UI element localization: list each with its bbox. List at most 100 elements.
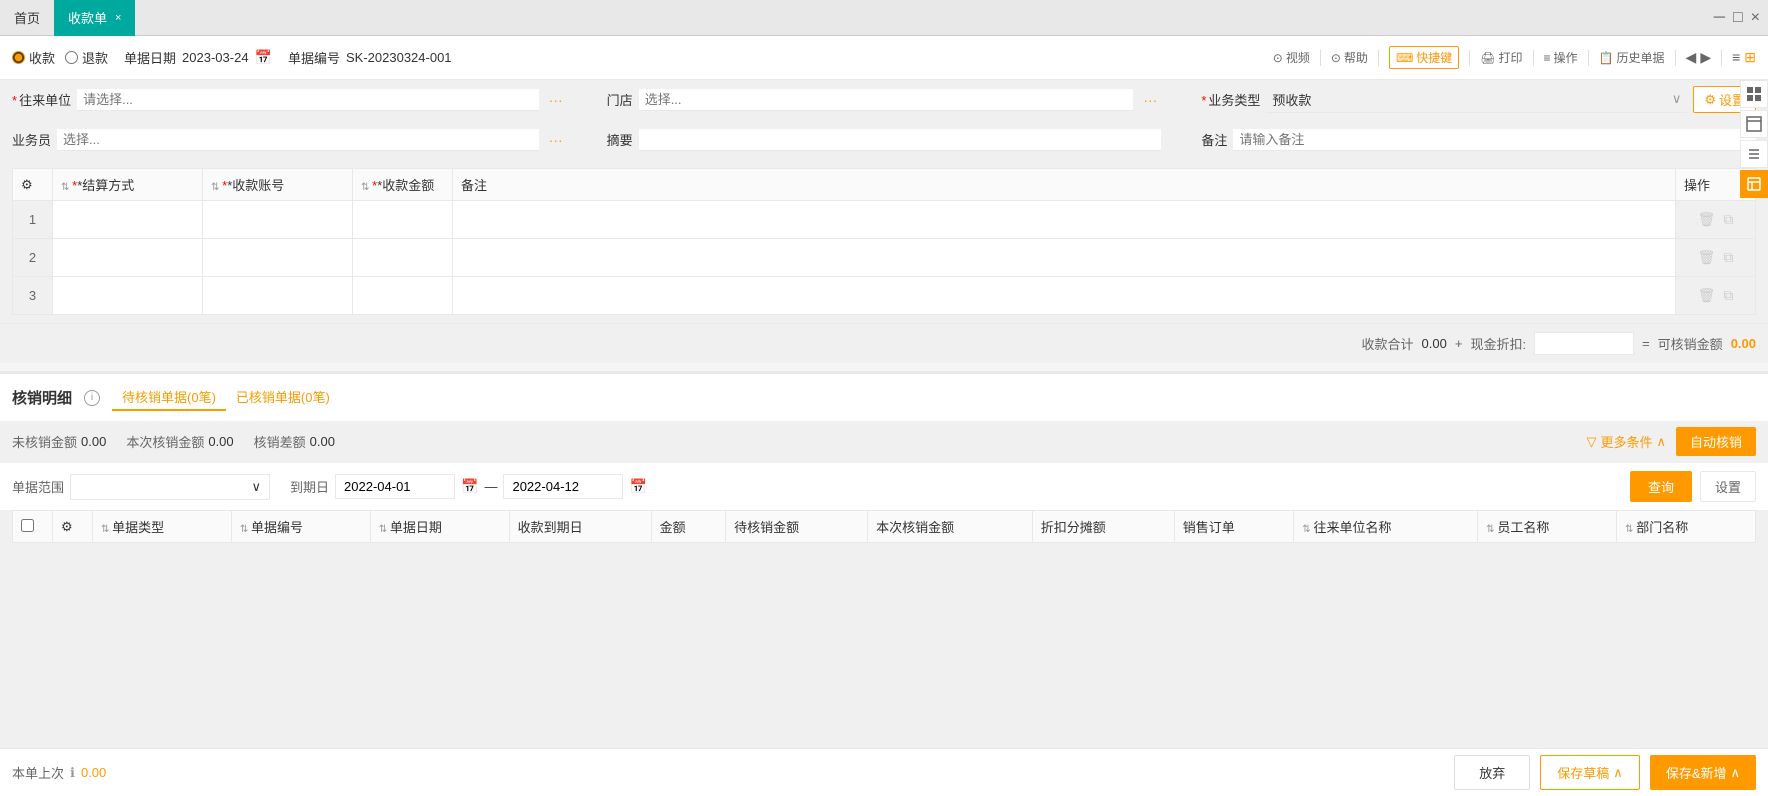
col-counterpart-name-th: ⇅ 往来单位名称 [1294,511,1478,543]
calendar-icon[interactable]: 📅 [255,49,272,66]
grid-view-icon[interactable]: ⊞ [1744,49,1756,66]
row-1-copy-icon[interactable]: ⧉ [1723,211,1733,228]
radio-receive[interactable]: 收款 [12,48,55,67]
table2-settings-icon[interactable]: ⚙ [61,519,73,534]
counterpart-field: 往来单位 ··· [12,89,567,111]
eq-sign: = [1642,336,1650,351]
row-2-delete-icon[interactable]: 🗑 [1698,249,1716,266]
radio-refund[interactable]: 退款 [65,48,108,67]
query-btn[interactable]: 查询 [1630,471,1692,502]
shop-more-btn[interactable]: ··· [1139,92,1161,108]
doc-date-value: 2023-03-24 [182,50,249,65]
discount-input[interactable] [1534,332,1634,355]
abandon-btn[interactable]: 放弃 [1454,755,1530,790]
business-type-select[interactable]: 预收款 ∨ [1266,87,1687,113]
auto-offset-btn[interactable]: 自动核销 [1676,427,1756,456]
select-all-checkbox[interactable] [21,519,34,532]
filter-settings-btn[interactable]: 设置 [1700,471,1756,502]
note-input[interactable] [1233,129,1756,151]
counterpart-input[interactable] [77,89,539,111]
row-3-remark [453,277,1676,315]
history-btn[interactable]: 📋 历史单据 [1599,49,1665,66]
receipt-type-group: 收款 退款 [12,48,108,67]
save-draft-btn[interactable]: 保存草稿 ∧ [1540,755,1640,790]
row-1-delete-icon[interactable]: 🗑 [1698,211,1716,228]
row-1-num: 1 [13,201,53,239]
nav-right-icon[interactable]: ▶ [1700,49,1711,66]
right-panel-icon-4[interactable] [1740,170,1768,198]
date-to-icon[interactable]: 📅 [629,478,646,495]
row-3-settle-input[interactable] [53,277,202,314]
video-btn[interactable]: ⊙ 视频 [1273,49,1310,66]
current-verify-stat: 本次核销金额 0.00 [126,432,233,451]
print-btn[interactable]: 🖨 打印 [1480,49,1522,66]
row-3-account-input[interactable] [203,277,352,314]
help-btn[interactable]: ⊙ 帮助 [1331,49,1368,66]
counterpart-more-btn[interactable]: ··· [545,92,567,108]
nav-left-icon[interactable]: ◀ [1686,49,1697,66]
row-2-copy-icon[interactable]: ⧉ [1723,249,1733,266]
settings-icon: ⚙ [1704,92,1716,108]
list-view-icon[interactable]: ≡ [1732,49,1740,66]
window-min-btn[interactable]: ─ [1714,9,1725,27]
row-3-delete-icon[interactable]: 🗑 [1698,287,1716,304]
tab-receipt[interactable]: 收款单 × [54,0,135,36]
row-1-amount [353,201,453,239]
verification-info-icon[interactable]: i [84,390,100,406]
date-to-input[interactable] [503,474,623,499]
row-2-settle-input[interactable] [53,239,202,276]
save-new-dropdown-icon[interactable]: ∧ [1730,765,1740,781]
row-2-account-input[interactable] [203,239,352,276]
row-2-amount-input[interactable] [353,239,452,276]
right-panel-icon-2[interactable] [1740,110,1768,138]
row-3-amount-input[interactable] [353,277,452,314]
footer-info-icon[interactable]: ℹ [70,765,75,781]
form-row-2: 业务员 ··· 摘要 备注 [0,120,1768,160]
date-from-input[interactable] [335,474,455,499]
tab-home[interactable]: 首页 [0,0,54,36]
window-max-btn[interactable]: □ [1733,9,1743,27]
row-1-remark-input[interactable] [453,201,1675,238]
date-from-icon[interactable]: 📅 [461,478,478,495]
col-settings2-th[interactable]: ⚙ [53,511,93,543]
business-type-label: 业务类型 [1201,90,1260,109]
row-3-remark-input[interactable] [453,277,1675,314]
total-value: 0.00 [1422,336,1447,351]
operation-btn[interactable]: ≡ 操作 [1544,49,1578,66]
save-draft-dropdown-icon[interactable]: ∧ [1613,765,1623,781]
diff-stat: 核销差额 0.00 [254,432,335,451]
save-new-btn[interactable]: 保存&新增 ∧ [1650,755,1756,790]
range-dropdown-icon: ∨ [252,479,262,495]
row-3-copy-icon[interactable]: ⧉ [1723,287,1733,304]
staff-more-btn[interactable]: ··· [545,132,567,148]
right-panel-icon-3[interactable] [1740,140,1768,168]
summary-input[interactable] [639,129,1162,151]
row-1-account-input[interactable] [203,201,352,238]
note-label: 备注 [1201,130,1227,149]
staff-input[interactable] [57,129,539,151]
table-settings-icon[interactable]: ⚙ [21,177,33,192]
summary-field: 摘要 [607,129,1162,151]
tab-done[interactable]: 已核销单据(0笔) [226,384,340,411]
range-select[interactable]: ∨ [70,474,270,500]
footer-session-value: 0.00 [81,765,106,780]
col-settings-th[interactable]: ⚙ [13,169,53,201]
tab-receipt-close[interactable]: × [115,12,121,24]
available-value: 0.00 [1731,336,1756,351]
more-conditions-btn[interactable]: ▽ 更多条件 ∧ [1586,432,1666,451]
section-divider [0,363,1768,371]
row-2-remark-input[interactable] [453,239,1675,276]
window-close-btn[interactable]: × [1751,9,1760,27]
row-1-amount-input[interactable] [353,201,452,238]
right-panel-icon-1[interactable] [1740,80,1768,108]
table-row: 2 🗑 ⧉ [13,239,1756,277]
counterpart-label: 往来单位 [12,90,71,109]
tab-pending[interactable]: 待核销单据(0笔) [112,384,226,411]
due-date-field: 到期日 📅 — 📅 [290,474,647,499]
row-1-settle-input[interactable] [53,201,202,238]
video-icon: ⊙ [1273,51,1283,65]
shop-input[interactable] [639,89,1134,111]
divider3 [1469,50,1470,66]
shortcuts-btn[interactable]: ⌨ 快捷键 [1389,46,1459,69]
row-1-account [203,201,353,239]
